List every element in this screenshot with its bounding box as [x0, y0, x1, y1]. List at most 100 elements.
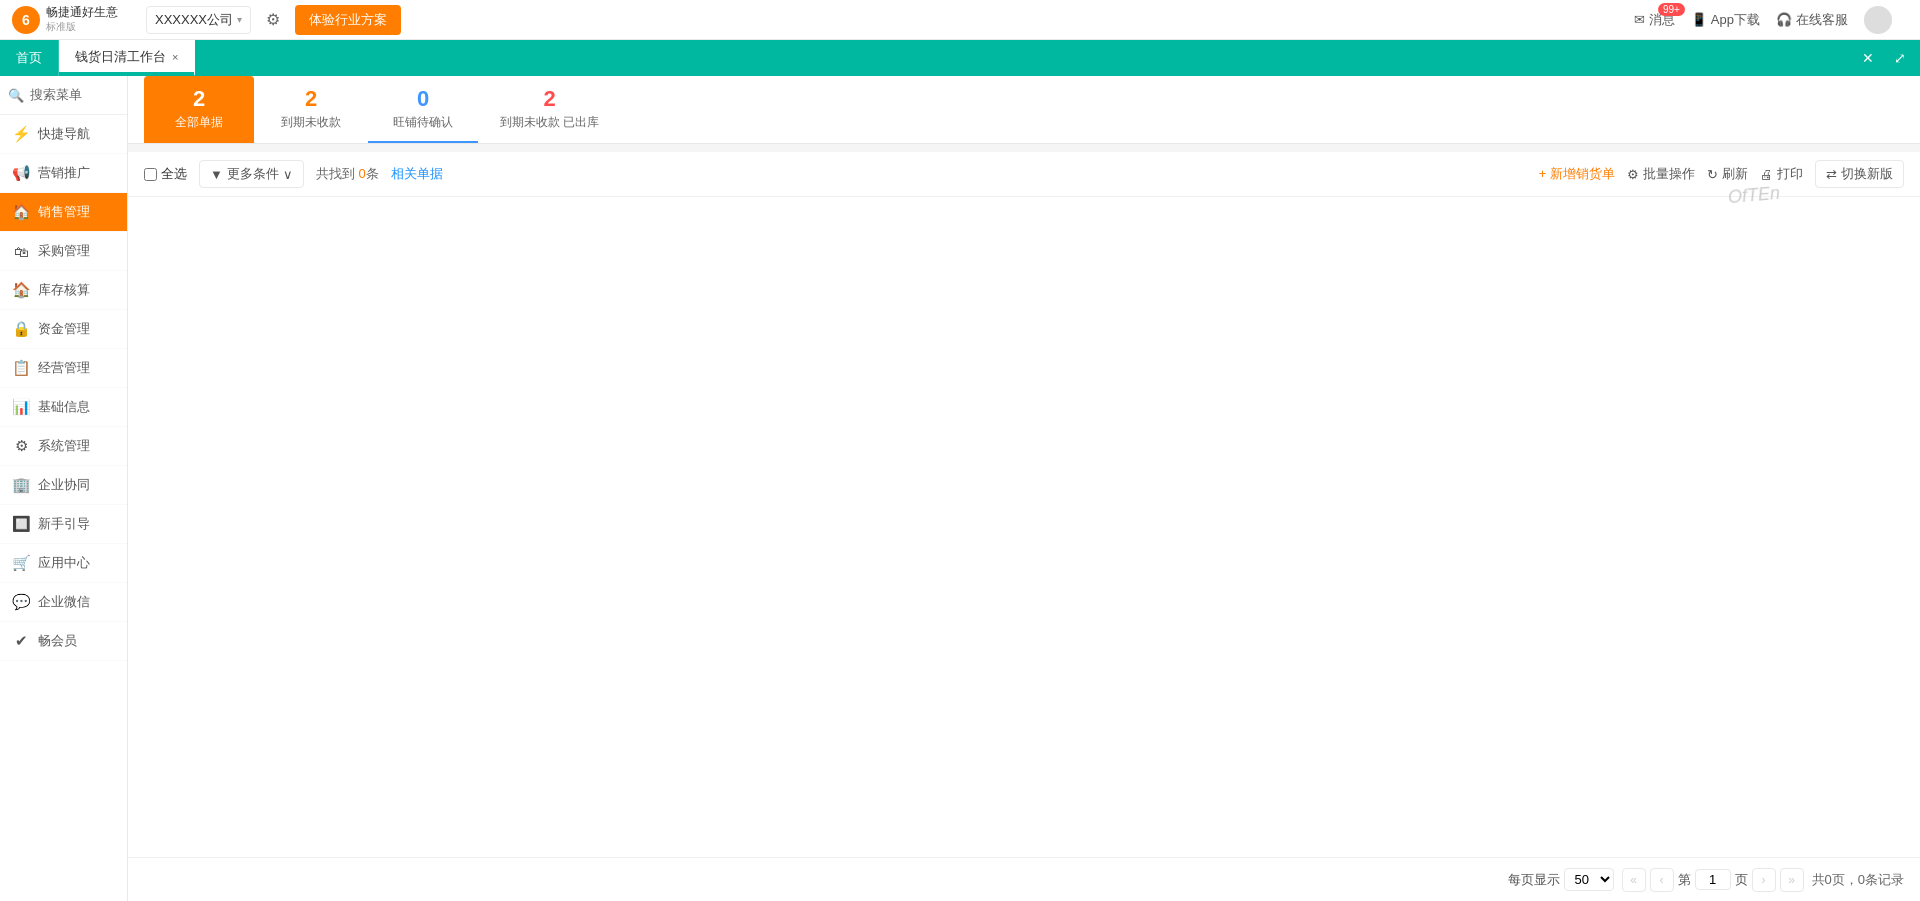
refresh-label: 刷新 — [1722, 165, 1748, 183]
nav-right-actions: ✕ ⤢ — [1856, 46, 1920, 70]
stat-tab-overdue[interactable]: 2 到期未收款 — [256, 76, 366, 143]
toolbar: 全选 ▼ 更多条件 ∨ 共找到 0条 相关单据 + 新增销货单 ⚙ 批量操作 — [128, 152, 1920, 197]
sidebar-item-guide[interactable]: 🔲 新手引导 — [0, 505, 127, 544]
topbar-right: ✉ 消息 99+ 📱 App下载 🎧 在线客服 — [1634, 6, 1908, 34]
filter-icon: ▼ — [210, 167, 223, 182]
close-window-icon[interactable]: ✕ — [1856, 46, 1880, 70]
system-icon: ⚙ — [12, 437, 30, 455]
sidebar-item-purchase[interactable]: 🛍 采购管理 — [0, 232, 127, 271]
message-badge: 99+ — [1658, 3, 1685, 16]
sidebar-item-label: 应用中心 — [38, 554, 90, 572]
sidebar: 🔍 搜索菜单 ⚡ 快捷导航 📢 营销推广 🏠 销售管理 🛍 采购管理 🏠 库存核… — [0, 76, 128, 901]
related-link[interactable]: 相关单据 — [391, 165, 443, 183]
switch-label: 切换新版 — [1841, 165, 1893, 183]
first-page-button[interactable]: « — [1622, 868, 1646, 892]
chevron-down-icon: ▾ — [237, 14, 242, 25]
sidebar-item-label: 经营管理 — [38, 359, 90, 377]
next-page-button[interactable]: › — [1752, 868, 1776, 892]
main-layout: 🔍 搜索菜单 ⚡ 快捷导航 📢 营销推广 🏠 销售管理 🛍 采购管理 🏠 库存核… — [0, 76, 1920, 901]
maximize-window-icon[interactable]: ⤢ — [1888, 46, 1912, 70]
add-sales-order-button[interactable]: + 新增销货单 — [1539, 165, 1615, 183]
prev-page-button[interactable]: ‹ — [1650, 868, 1674, 892]
logo-text-area: 畅捷通好生意 标准版 — [46, 5, 118, 35]
tab-home[interactable]: 首页 — [0, 40, 59, 76]
sidebar-item-system[interactable]: ⚙ 系统管理 — [0, 427, 127, 466]
stat-count-all: 2 — [164, 86, 234, 112]
sidebar-item-sales[interactable]: 🏠 销售管理 — [0, 193, 127, 232]
stat-tab-shipped[interactable]: 2 到期未收款 已出库 — [480, 76, 619, 143]
search-menu-button[interactable]: 🔍 搜索菜单 — [0, 76, 127, 115]
inventory-icon: 🏠 — [12, 281, 30, 299]
tab-close-icon[interactable]: × — [172, 51, 178, 63]
print-button[interactable]: 🖨 打印 — [1760, 165, 1803, 183]
online-service-button[interactable]: 🎧 在线客服 — [1776, 11, 1848, 29]
sidebar-item-basic[interactable]: 📊 基础信息 — [0, 388, 127, 427]
app-center-icon: 🛒 — [12, 554, 30, 572]
logo-icon: 6 — [12, 6, 40, 34]
sidebar-item-member[interactable]: ✔ 畅会员 — [0, 622, 127, 661]
switch-icon: ⇄ — [1826, 167, 1837, 182]
select-all-input[interactable] — [144, 168, 157, 181]
sales-icon: 🏠 — [12, 203, 30, 221]
sidebar-item-quick-nav[interactable]: ⚡ 快捷导航 — [0, 115, 127, 154]
stat-count-overdue: 2 — [276, 86, 346, 112]
app-download-button[interactable]: 📱 App下载 — [1691, 11, 1760, 29]
avatar[interactable] — [1864, 6, 1892, 34]
batch-operation-button[interactable]: ⚙ 批量操作 — [1627, 165, 1695, 183]
sidebar-item-wechat[interactable]: 💬 企业微信 — [0, 583, 127, 622]
trial-button[interactable]: 体验行业方案 — [295, 5, 401, 35]
refresh-icon: ↻ — [1707, 167, 1718, 182]
logo-sub: 标准版 — [46, 20, 118, 34]
page-size-label: 每页显示 — [1508, 871, 1560, 889]
sidebar-item-app-center[interactable]: 🛒 应用中心 — [0, 544, 127, 583]
sidebar-item-label: 企业协同 — [38, 476, 90, 494]
toolbar-left: 全选 ▼ 更多条件 ∨ 共找到 0条 相关单据 — [144, 160, 1527, 188]
page-size-select-input[interactable]: 50 100 200 — [1564, 868, 1614, 891]
message-button[interactable]: ✉ 消息 99+ — [1634, 11, 1675, 29]
print-icon: 🖨 — [1760, 167, 1773, 182]
page-suffix: 页 — [1735, 871, 1748, 889]
settings-icon[interactable]: ⚙ — [259, 6, 287, 34]
sidebar-item-label: 销售管理 — [38, 203, 90, 221]
logo-title: 畅捷通好生意 — [46, 5, 118, 21]
stat-tab-all[interactable]: 2 全部单据 — [144, 76, 254, 143]
sidebar-item-label: 资金管理 — [38, 320, 90, 338]
batch-label: 批量操作 — [1643, 165, 1695, 183]
stat-tab-pending[interactable]: 0 旺铺待确认 — [368, 76, 478, 143]
sidebar-item-marketing[interactable]: 📢 营销推广 — [0, 154, 127, 193]
guide-icon: 🔲 — [12, 515, 30, 533]
purchase-icon: 🛍 — [12, 242, 30, 260]
content-area: 2 全部单据 2 到期未收款 0 旺铺待确认 2 到期未收款 已出库 全选 — [128, 76, 1920, 901]
search-menu-label: 搜索菜单 — [30, 86, 82, 104]
last-page-button[interactable]: » — [1780, 868, 1804, 892]
quick-nav-icon: ⚡ — [12, 125, 30, 143]
total-info: 共0页，0条记录 — [1812, 871, 1904, 889]
found-count-text: 共找到 0条 — [316, 165, 379, 183]
sidebar-item-enterprise[interactable]: 🏢 企业协同 — [0, 466, 127, 505]
tab-qianhuoqingzuotai[interactable]: 钱货日清工作台 × — [59, 40, 195, 76]
filter-label: 更多条件 — [227, 165, 279, 183]
stat-label-pending: 旺铺待确认 — [388, 114, 458, 131]
found-count-number: 0 — [359, 166, 366, 181]
operation-icon: 📋 — [12, 359, 30, 377]
sidebar-item-label: 采购管理 — [38, 242, 90, 260]
toolbar-right: + 新增销货单 ⚙ 批量操作 ↻ 刷新 🖨 打印 ⇄ 切换新版 — [1539, 160, 1904, 188]
print-label: 打印 — [1777, 165, 1803, 183]
company-name: XXXXXX公司 — [155, 11, 233, 29]
company-selector[interactable]: XXXXXX公司 ▾ — [146, 6, 251, 34]
page-number-input[interactable] — [1695, 869, 1731, 890]
nav-tabs: 首页 钱货日清工作台 × ✕ ⤢ — [0, 40, 1920, 76]
sidebar-item-operation[interactable]: 📋 经营管理 — [0, 349, 127, 388]
refresh-button[interactable]: ↻ 刷新 — [1707, 165, 1748, 183]
stat-count-pending: 0 — [388, 86, 458, 112]
sidebar-item-finance[interactable]: 🔒 资金管理 — [0, 310, 127, 349]
select-all-checkbox[interactable]: 全选 — [144, 165, 187, 183]
filter-button[interactable]: ▼ 更多条件 ∨ — [199, 160, 304, 188]
app-download-icon: 📱 — [1691, 12, 1707, 27]
page-size-selector: 每页显示 50 100 200 — [1508, 868, 1614, 891]
sidebar-item-inventory[interactable]: 🏠 库存核算 — [0, 271, 127, 310]
sidebar-item-label: 畅会员 — [38, 632, 77, 650]
table-area — [128, 197, 1920, 857]
switch-version-button[interactable]: ⇄ 切换新版 — [1815, 160, 1904, 188]
stats-tabs: 2 全部单据 2 到期未收款 0 旺铺待确认 2 到期未收款 已出库 — [128, 76, 1920, 144]
